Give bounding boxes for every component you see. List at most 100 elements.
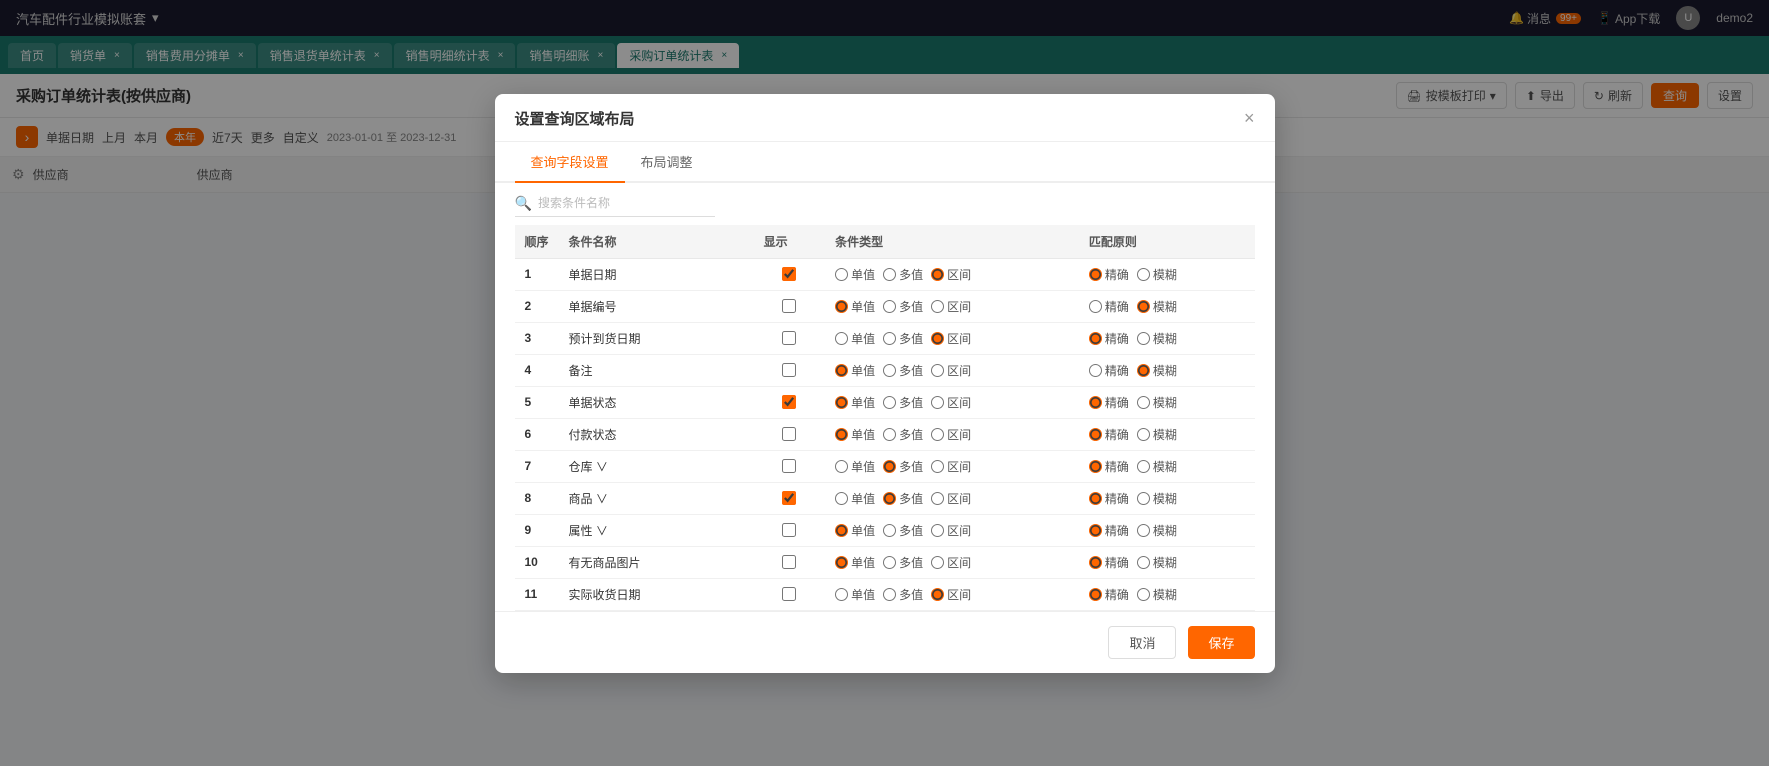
- type-radio-区间-3[interactable]: [931, 364, 944, 377]
- display-checkbox-6[interactable]: [782, 459, 796, 473]
- type-radio-单值-6[interactable]: [835, 460, 848, 473]
- type-radio-多值-8[interactable]: [883, 524, 896, 537]
- type-radio-多值-0[interactable]: [883, 268, 896, 281]
- type-radio-单值-8[interactable]: [835, 524, 848, 537]
- row-display-6[interactable]: [754, 450, 826, 482]
- match-radio-模糊-0[interactable]: [1137, 268, 1150, 281]
- tab-layout-adjust[interactable]: 布局调整: [625, 142, 709, 183]
- match-radio-精确-1[interactable]: [1089, 300, 1102, 313]
- type-radio-单值-3[interactable]: [835, 364, 848, 377]
- type-radio-多值-10[interactable]: [883, 588, 896, 601]
- type-radio-区间-9[interactable]: [931, 556, 944, 569]
- display-checkbox-4[interactable]: [782, 395, 796, 409]
- match-radio-精确-5[interactable]: [1089, 428, 1102, 441]
- modal-close-button[interactable]: ×: [1244, 108, 1255, 141]
- save-button[interactable]: 保存: [1188, 626, 1254, 659]
- type-radio-多值-2[interactable]: [883, 332, 896, 345]
- type-radio-区间-5[interactable]: [931, 428, 944, 441]
- row-type-7[interactable]: 单值多值区间: [825, 482, 1079, 514]
- row-match-3[interactable]: 精确模糊: [1079, 354, 1255, 386]
- type-radio-多值-7[interactable]: [883, 492, 896, 505]
- row-type-0[interactable]: 单值多值区间: [825, 258, 1079, 290]
- display-checkbox-10[interactable]: [782, 587, 796, 601]
- match-radio-模糊-3[interactable]: [1137, 364, 1150, 377]
- row-display-0[interactable]: [754, 258, 826, 290]
- row-type-9[interactable]: 单值多值区间: [825, 546, 1079, 578]
- match-radio-精确-7[interactable]: [1089, 492, 1102, 505]
- type-radio-区间-2[interactable]: [931, 332, 944, 345]
- row-type-5[interactable]: 单值多值区间: [825, 418, 1079, 450]
- row-display-3[interactable]: [754, 354, 826, 386]
- cancel-button[interactable]: 取消: [1108, 626, 1176, 659]
- row-match-9[interactable]: 精确模糊: [1079, 546, 1255, 578]
- match-radio-模糊-4[interactable]: [1137, 396, 1150, 409]
- search-input[interactable]: [538, 196, 698, 210]
- row-match-8[interactable]: 精确模糊: [1079, 514, 1255, 546]
- type-radio-区间-8[interactable]: [931, 524, 944, 537]
- row-display-4[interactable]: [754, 386, 826, 418]
- match-radio-模糊-1[interactable]: [1137, 300, 1150, 313]
- match-radio-精确-4[interactable]: [1089, 396, 1102, 409]
- match-radio-精确-6[interactable]: [1089, 460, 1102, 473]
- match-radio-精确-9[interactable]: [1089, 556, 1102, 569]
- match-radio-精确-10[interactable]: [1089, 588, 1102, 601]
- row-type-6[interactable]: 单值多值区间: [825, 450, 1079, 482]
- type-radio-区间-10[interactable]: [931, 588, 944, 601]
- type-radio-单值-10[interactable]: [835, 588, 848, 601]
- row-match-10[interactable]: 精确模糊: [1079, 578, 1255, 610]
- match-radio-模糊-10[interactable]: [1137, 588, 1150, 601]
- type-radio-区间-1[interactable]: [931, 300, 944, 313]
- match-radio-精确-2[interactable]: [1089, 332, 1102, 345]
- row-match-1[interactable]: 精确模糊: [1079, 290, 1255, 322]
- row-display-5[interactable]: [754, 418, 826, 450]
- row-type-4[interactable]: 单值多值区间: [825, 386, 1079, 418]
- type-radio-区间-4[interactable]: [931, 396, 944, 409]
- row-match-4[interactable]: 精确模糊: [1079, 386, 1255, 418]
- row-display-8[interactable]: [754, 514, 826, 546]
- type-radio-多值-9[interactable]: [883, 556, 896, 569]
- row-display-7[interactable]: [754, 482, 826, 514]
- row-match-0[interactable]: 精确模糊: [1079, 258, 1255, 290]
- row-match-2[interactable]: 精确模糊: [1079, 322, 1255, 354]
- display-checkbox-9[interactable]: [782, 555, 796, 569]
- tab-query-fields[interactable]: 查询字段设置: [515, 142, 625, 183]
- type-radio-区间-0[interactable]: [931, 268, 944, 281]
- type-radio-单值-0[interactable]: [835, 268, 848, 281]
- type-radio-区间-6[interactable]: [931, 460, 944, 473]
- type-radio-多值-1[interactable]: [883, 300, 896, 313]
- match-radio-精确-3[interactable]: [1089, 364, 1102, 377]
- type-radio-多值-5[interactable]: [883, 428, 896, 441]
- display-checkbox-0[interactable]: [782, 267, 796, 281]
- type-radio-单值-4[interactable]: [835, 396, 848, 409]
- display-checkbox-8[interactable]: [782, 523, 796, 537]
- row-match-6[interactable]: 精确模糊: [1079, 450, 1255, 482]
- display-checkbox-3[interactable]: [782, 363, 796, 377]
- match-radio-精确-0[interactable]: [1089, 268, 1102, 281]
- row-display-9[interactable]: [754, 546, 826, 578]
- match-radio-模糊-2[interactable]: [1137, 332, 1150, 345]
- type-radio-单值-5[interactable]: [835, 428, 848, 441]
- display-checkbox-2[interactable]: [782, 331, 796, 345]
- type-radio-多值-6[interactable]: [883, 460, 896, 473]
- match-radio-模糊-6[interactable]: [1137, 460, 1150, 473]
- type-radio-多值-3[interactable]: [883, 364, 896, 377]
- match-radio-模糊-9[interactable]: [1137, 556, 1150, 569]
- type-radio-单值-7[interactable]: [835, 492, 848, 505]
- match-radio-精确-8[interactable]: [1089, 524, 1102, 537]
- row-type-3[interactable]: 单值多值区间: [825, 354, 1079, 386]
- display-checkbox-1[interactable]: [782, 299, 796, 313]
- type-radio-单值-1[interactable]: [835, 300, 848, 313]
- row-type-8[interactable]: 单值多值区间: [825, 514, 1079, 546]
- row-match-5[interactable]: 精确模糊: [1079, 418, 1255, 450]
- match-radio-模糊-5[interactable]: [1137, 428, 1150, 441]
- row-type-2[interactable]: 单值多值区间: [825, 322, 1079, 354]
- row-display-10[interactable]: [754, 578, 826, 610]
- match-radio-模糊-8[interactable]: [1137, 524, 1150, 537]
- type-radio-单值-2[interactable]: [835, 332, 848, 345]
- display-checkbox-5[interactable]: [782, 427, 796, 441]
- type-radio-单值-9[interactable]: [835, 556, 848, 569]
- row-display-1[interactable]: [754, 290, 826, 322]
- type-radio-区间-7[interactable]: [931, 492, 944, 505]
- match-radio-模糊-7[interactable]: [1137, 492, 1150, 505]
- row-match-7[interactable]: 精确模糊: [1079, 482, 1255, 514]
